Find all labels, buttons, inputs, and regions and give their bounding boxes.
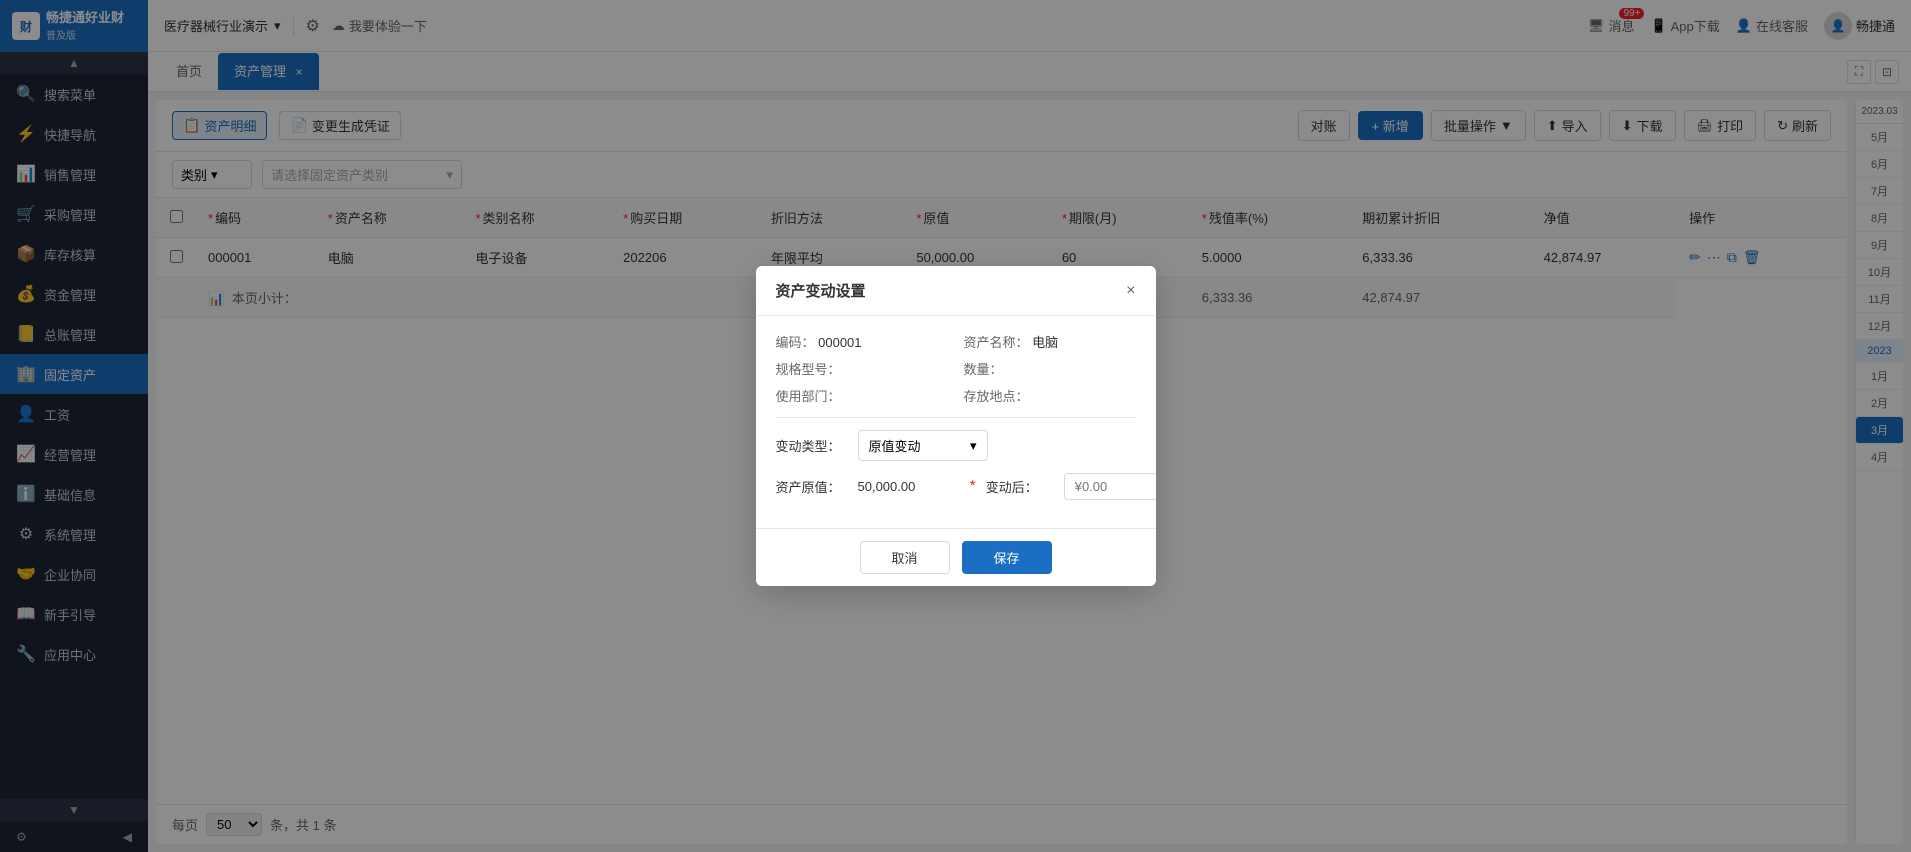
asset-original-value: 50,000.00 (858, 479, 958, 494)
save-btn[interactable]: 保存 (962, 541, 1052, 574)
dialog-divider (776, 417, 1136, 418)
dialog-spec: 规格型号： (776, 359, 948, 378)
required-star: * (970, 478, 976, 496)
dialog-quantity: 数量： (964, 359, 1136, 378)
dialog-body: 编码： 000001 资产名称： 电脑 规格型号： 数量： 使用部门： (756, 316, 1156, 528)
dialog-info-grid: 编码： 000001 资产名称： 电脑 规格型号： 数量： 使用部门： (776, 332, 1136, 405)
dialog-location: 存放地点： (964, 386, 1136, 405)
after-change-label: 变动后： (986, 477, 1056, 496)
asset-original-label: 资产原值： (776, 477, 846, 496)
dialog-close-btn[interactable]: × (1126, 282, 1135, 300)
dialog-name-value: 电脑 (1032, 335, 1058, 350)
cancel-btn[interactable]: 取消 (860, 541, 950, 574)
dialog-name: 资产名称： 电脑 (964, 332, 1136, 351)
dialog-title: 资产变动设置 (776, 280, 866, 301)
change-type-value: 原值变动 (869, 436, 921, 455)
dialog-code-value: 000001 (818, 335, 861, 350)
dialog-footer: 取消 保存 (756, 528, 1156, 586)
dialog-overlay: 资产变动设置 × 编码： 000001 资产名称： 电脑 规格型号： 数量： (0, 0, 1911, 852)
dialog-code: 编码： 000001 (776, 332, 948, 351)
after-change-input[interactable] (1064, 473, 1156, 500)
asset-change-dialog: 资产变动设置 × 编码： 000001 资产名称： 电脑 规格型号： 数量： (756, 266, 1156, 586)
after-change-group: * 变动后： (970, 473, 1156, 500)
change-type-row: 变动类型： 原值变动 ▾ (776, 430, 1136, 461)
change-type-chevron-icon: ▾ (970, 438, 977, 454)
dialog-header: 资产变动设置 × (756, 266, 1156, 316)
asset-original-row: 资产原值： 50,000.00 * 变动后： (776, 473, 1136, 500)
change-type-select[interactable]: 原值变动 ▾ (858, 430, 988, 461)
dialog-department: 使用部门： (776, 386, 948, 405)
change-type-label: 变动类型： (776, 436, 846, 455)
